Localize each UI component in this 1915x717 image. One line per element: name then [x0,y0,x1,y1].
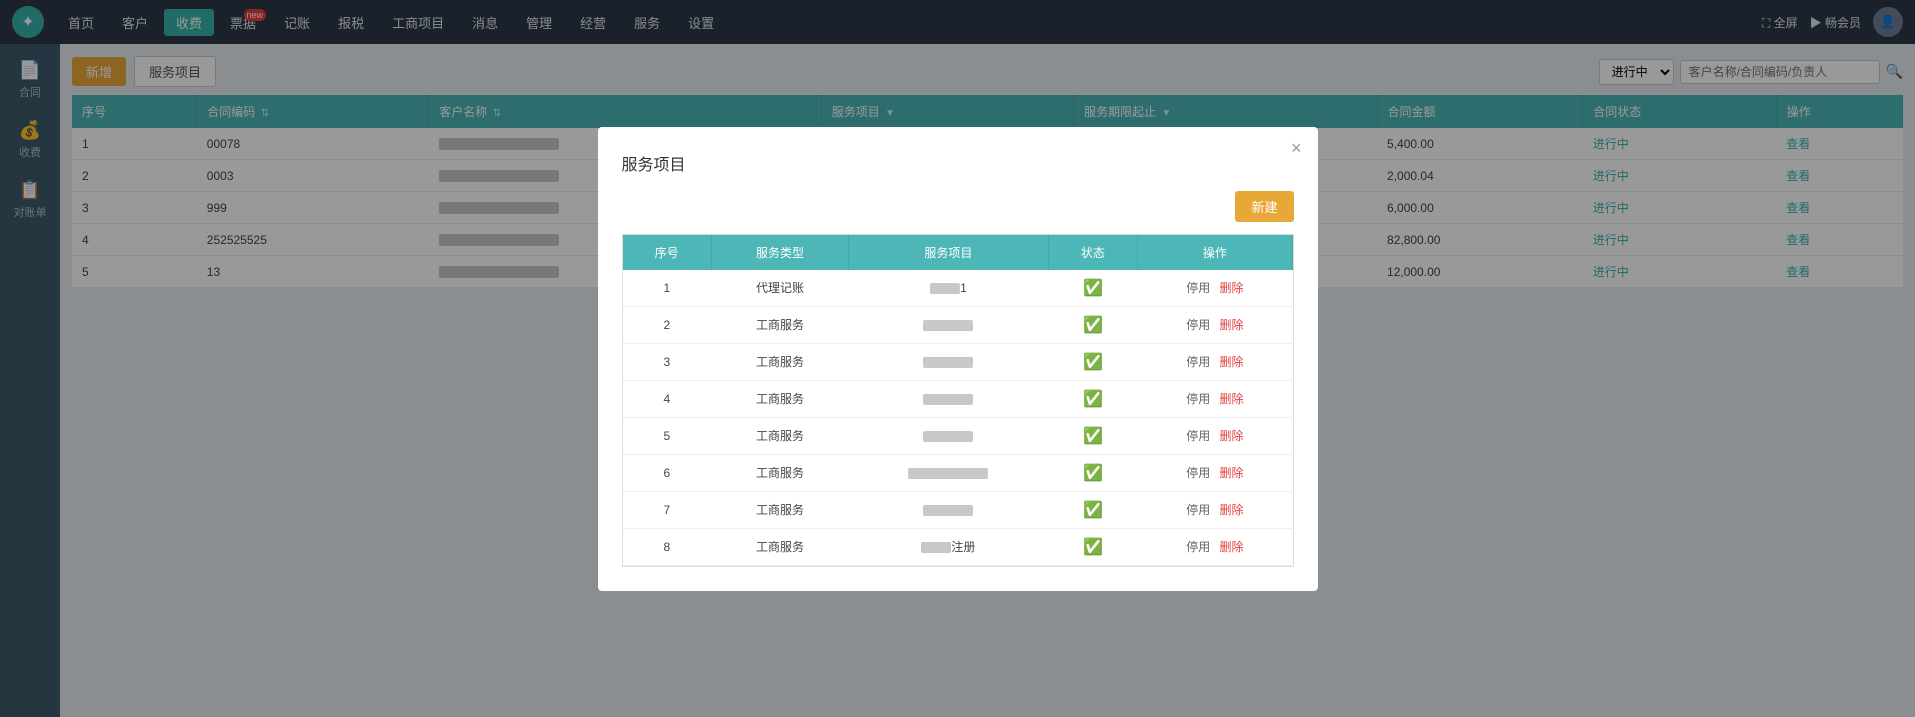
status-check-icon: ✅ [1083,428,1103,445]
modal-cell-type: 工商服务 [711,454,849,491]
modal-cell-actions: 停用 删除 [1138,491,1292,528]
modal-cell-item [849,454,1048,491]
modal-cell-seq: 6 [623,454,712,491]
stop-button[interactable]: 停用 [1186,466,1210,480]
modal-cell-item [849,306,1048,343]
modal-col-type: 服务类型 [711,235,849,270]
delete-button[interactable]: 删除 [1220,503,1244,517]
modal-table-row: 5 工商服务 ✅ 停用 删除 [623,417,1293,454]
delete-button[interactable]: 删除 [1220,540,1244,554]
stop-button[interactable]: 停用 [1186,318,1210,332]
status-check-icon: ✅ [1083,465,1103,482]
modal-cell-actions: 停用 删除 [1138,528,1292,565]
status-check-icon: ✅ [1083,539,1103,556]
modal-table-row: 2 工商服务 ✅ 停用 删除 [623,306,1293,343]
modal-cell-actions: 停用 删除 [1138,417,1292,454]
modal-cell-seq: 7 [623,491,712,528]
modal-cell-item: 1 [849,270,1048,307]
status-check-icon: ✅ [1083,280,1103,297]
service-table-wrap[interactable]: 序号 服务类型 服务项目 状态 操作 1 代理记账 1 ✅ 停用 删除 2 工商… [622,234,1294,567]
modal-cell-actions: 停用 删除 [1138,380,1292,417]
modal-cell-actions: 停用 删除 [1138,343,1292,380]
modal-cell-seq: 2 [623,306,712,343]
modal-cell-status: ✅ [1048,454,1138,491]
modal-cell-type: 工商服务 [711,306,849,343]
modal-table-row: 3 工商服务 ✅ 停用 删除 [623,343,1293,380]
modal-cell-actions: 停用 删除 [1138,270,1292,307]
modal-close-button[interactable]: × [1291,139,1302,157]
modal-cell-status: ✅ [1048,491,1138,528]
modal-cell-type: 工商服务 [711,343,849,380]
delete-button[interactable]: 删除 [1220,281,1244,295]
delete-button[interactable]: 删除 [1220,392,1244,406]
modal-col-status: 状态 [1048,235,1138,270]
modal-cell-type: 工商服务 [711,380,849,417]
modal-cell-actions: 停用 删除 [1138,454,1292,491]
modal-cell-actions: 停用 删除 [1138,306,1292,343]
stop-button[interactable]: 停用 [1186,503,1210,517]
delete-button[interactable]: 删除 [1220,429,1244,443]
service-table: 序号 服务类型 服务项目 状态 操作 1 代理记账 1 ✅ 停用 删除 2 工商… [623,235,1293,566]
modal-cell-item [849,491,1048,528]
stop-button[interactable]: 停用 [1186,392,1210,406]
stop-button[interactable]: 停用 [1186,281,1210,295]
modal-cell-type: 工商服务 [711,528,849,565]
modal-col-seq: 序号 [623,235,712,270]
delete-button[interactable]: 删除 [1220,318,1244,332]
modal-table-row: 7 工商服务 ✅ 停用 删除 [623,491,1293,528]
status-check-icon: ✅ [1083,317,1103,334]
modal-cell-status: ✅ [1048,380,1138,417]
stop-button[interactable]: 停用 [1186,540,1210,554]
modal-cell-status: ✅ [1048,343,1138,380]
modal-cell-seq: 5 [623,417,712,454]
modal-cell-type: 工商服务 [711,491,849,528]
modal-cell-seq: 4 [623,380,712,417]
modal-cell-status: ✅ [1048,528,1138,565]
modal-cell-type: 工商服务 [711,417,849,454]
modal-overlay[interactable]: × 服务项目 新建 序号 服务类型 服务项目 状态 操作 1 代理记账 1 ✅ [0,0,1915,717]
modal-cell-type: 代理记账 [711,270,849,307]
delete-button[interactable]: 删除 [1220,466,1244,480]
modal-table-row: 8 工商服务 注册 ✅ 停用 删除 [623,528,1293,565]
modal-cell-item [849,343,1048,380]
status-check-icon: ✅ [1083,354,1103,371]
modal-col-action: 操作 [1138,235,1292,270]
modal-cell-seq: 8 [623,528,712,565]
stop-button[interactable]: 停用 [1186,355,1210,369]
status-check-icon: ✅ [1083,391,1103,408]
create-service-button[interactable]: 新建 [1235,191,1293,222]
modal-table-row: 1 代理记账 1 ✅ 停用 删除 [623,270,1293,307]
delete-button[interactable]: 删除 [1220,355,1244,369]
modal-cell-status: ✅ [1048,417,1138,454]
modal-cell-seq: 3 [623,343,712,380]
modal-cell-item [849,380,1048,417]
modal-toolbar: 新建 [622,191,1294,222]
modal-cell-status: ✅ [1048,270,1138,307]
status-check-icon: ✅ [1083,502,1103,519]
modal-cell-item [849,417,1048,454]
modal-table-row: 4 工商服务 ✅ 停用 删除 [623,380,1293,417]
modal-cell-item: 注册 [849,528,1048,565]
stop-button[interactable]: 停用 [1186,429,1210,443]
modal-cell-seq: 1 [623,270,712,307]
modal-title: 服务项目 [622,151,1294,175]
modal-col-item: 服务项目 [849,235,1048,270]
modal-cell-status: ✅ [1048,306,1138,343]
service-modal: × 服务项目 新建 序号 服务类型 服务项目 状态 操作 1 代理记账 1 ✅ [598,127,1318,591]
modal-table-row: 6 工商服务 ✅ 停用 删除 [623,454,1293,491]
